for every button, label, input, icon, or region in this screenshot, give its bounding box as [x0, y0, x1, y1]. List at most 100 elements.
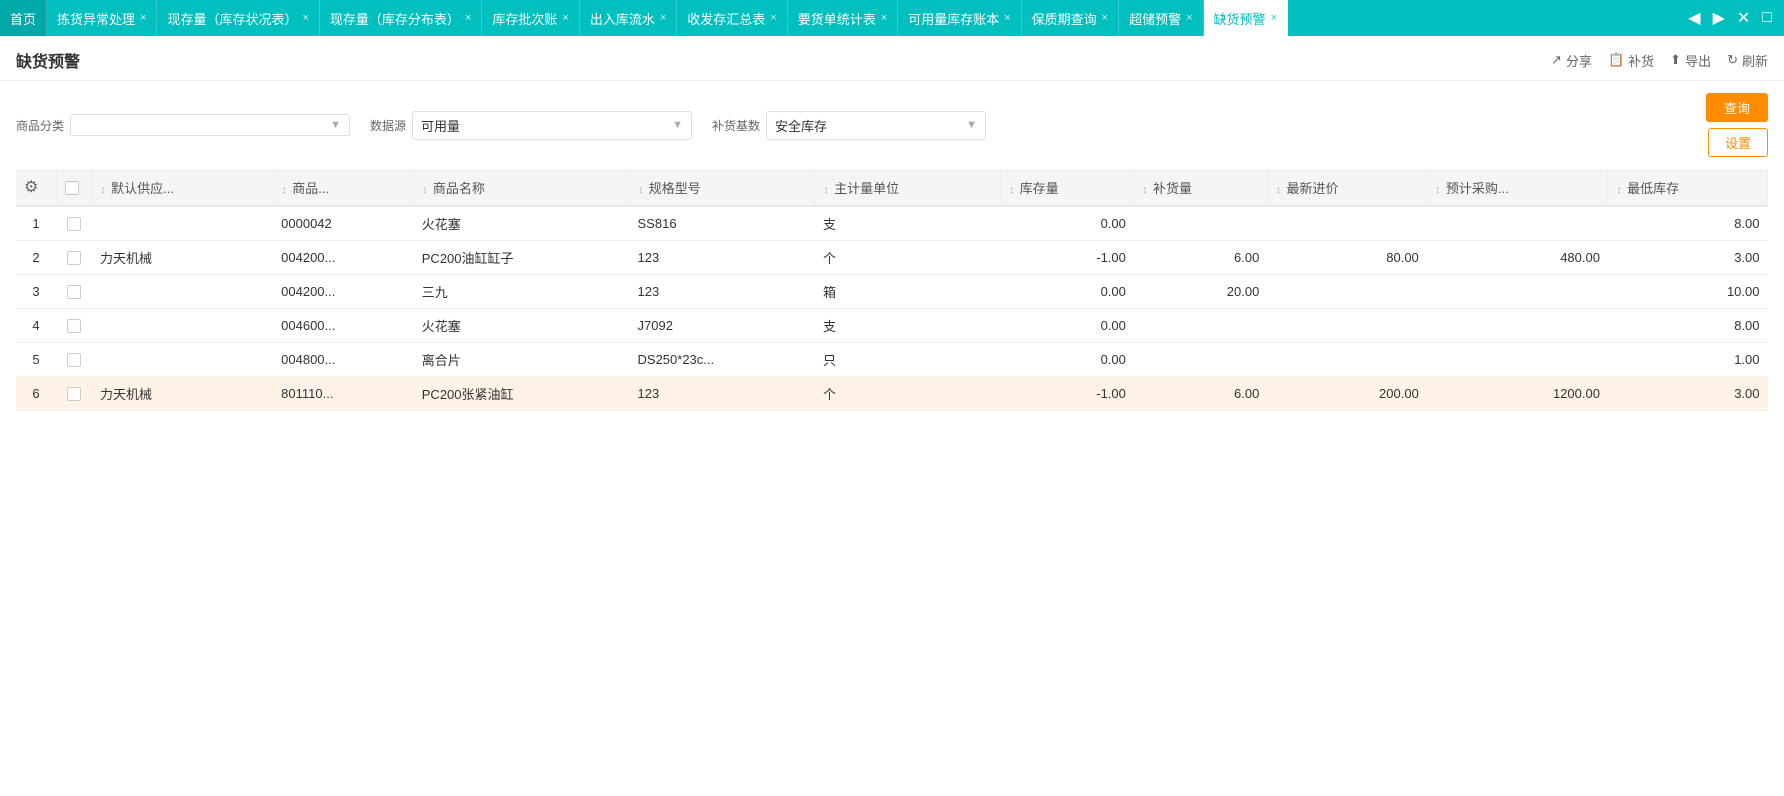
cell-goods-name: 火花塞: [414, 206, 630, 241]
cell-est-purchase: 480.00: [1427, 241, 1608, 275]
cell-min-stock: 1.00: [1608, 343, 1768, 377]
table-container: ⚙ ↕ 默认供应... ↕ 商品... ↕ 商品名称: [0, 169, 1784, 411]
row-checkbox-cell: [56, 206, 92, 241]
select-all-checkbox[interactable]: [65, 181, 79, 195]
cell-est-purchase: [1427, 206, 1608, 241]
row-checkbox-cell: [56, 377, 92, 411]
row-checkbox[interactable]: [67, 285, 81, 299]
settings-button[interactable]: 设置: [1708, 128, 1768, 157]
nav-tab-close[interactable]: ×: [140, 12, 146, 24]
row-num-cell: 6: [16, 377, 56, 411]
filter-category-group: 商品分类 ▼: [16, 114, 350, 136]
cell-goods-code: 004200...: [273, 275, 414, 309]
table-row[interactable]: 3 004200... 三九 123 箱 0.00 20.00 10.00: [16, 275, 1768, 309]
nav-close-button[interactable]: ✕: [1733, 6, 1754, 30]
row-checkbox[interactable]: [67, 353, 81, 367]
cell-goods-code: 801110...: [273, 377, 414, 411]
nav-tab-close[interactable]: ×: [881, 12, 887, 24]
nav-next-button[interactable]: ▶: [1709, 6, 1729, 30]
cell-unit: 个: [815, 241, 1001, 275]
cell-supplier: [92, 309, 273, 343]
th-spec-label: 规格型号: [649, 181, 701, 196]
sort-icon: ↕: [638, 185, 643, 196]
nav-tab-collect-summary[interactable]: 收发存汇总表 ×: [677, 0, 787, 36]
row-checkbox[interactable]: [67, 251, 81, 265]
replenish-base-label: 补货基数: [712, 117, 760, 134]
table-header-row: ⚙ ↕ 默认供应... ↕ 商品... ↕ 商品名称: [16, 169, 1768, 206]
refresh-label: 刷新: [1742, 51, 1768, 70]
cell-unit: 箱: [815, 275, 1001, 309]
datasource-select[interactable]: 可用量 ▼: [412, 111, 692, 140]
sort-icon: ↕: [1276, 185, 1281, 196]
nav-tab-label: 收发存汇总表: [687, 9, 765, 28]
share-button[interactable]: ↗ 分享: [1551, 51, 1592, 70]
row-checkbox[interactable]: [67, 217, 81, 231]
cell-min-stock: 8.00: [1608, 309, 1768, 343]
nav-maximize-button[interactable]: □: [1758, 7, 1776, 29]
sort-icon: ↕: [282, 185, 287, 196]
replenish-label: 补货: [1628, 51, 1654, 70]
th-est-purchase: ↕ 预计采购...: [1427, 169, 1608, 206]
replenish-button[interactable]: 📋 补货: [1608, 51, 1654, 70]
category-select[interactable]: ▼: [70, 114, 350, 136]
cell-latest-price: [1267, 343, 1426, 377]
row-num-cell: 1: [16, 206, 56, 241]
nav-tab-available-book[interactable]: 可用量库存账本 ×: [898, 0, 1021, 36]
nav-tab-close[interactable]: ×: [465, 12, 471, 24]
table-row[interactable]: 2 力天机械 004200... PC200油缸缸子 123 个 -1.00 6…: [16, 241, 1768, 275]
nav-tab-close[interactable]: ×: [660, 12, 666, 24]
nav-tab-inout-flow[interactable]: 出入库流水 ×: [580, 0, 677, 36]
th-goods-code-label: 商品...: [292, 181, 329, 196]
table-body: 1 0000042 火花塞 SS816 支 0.00 8.00 2 力天机械 0…: [16, 206, 1768, 411]
th-min-stock-label: 最低库存: [1627, 181, 1679, 196]
nav-tab-close[interactable]: ×: [562, 12, 568, 24]
cell-supplier: [92, 275, 273, 309]
nav-tab-home[interactable]: 首页: [0, 0, 47, 36]
nav-tab-close[interactable]: ×: [770, 12, 776, 24]
table-row[interactable]: 1 0000042 火花塞 SS816 支 0.00 8.00: [16, 206, 1768, 241]
nav-tab-close[interactable]: ×: [1271, 12, 1277, 24]
row-checkbox[interactable]: [67, 387, 81, 401]
table-row[interactable]: 6 力天机械 801110... PC200张紧油缸 123 个 -1.00 6…: [16, 377, 1768, 411]
cell-unit: 只: [815, 343, 1001, 377]
nav-tab-shelf-query[interactable]: 保质期查询 ×: [1022, 0, 1119, 36]
datasource-value: 可用量: [421, 116, 460, 135]
nav-tab-shortage-warn[interactable]: 缺货预警 ×: [1204, 0, 1288, 36]
nav-tab-demand-stat[interactable]: 要货单统计表 ×: [788, 0, 898, 36]
cell-est-purchase: 1200.00: [1427, 377, 1608, 411]
sort-icon: ↕: [1009, 185, 1014, 196]
cell-latest-price: 200.00: [1267, 377, 1426, 411]
th-goods-name: ↕ 商品名称: [414, 169, 630, 206]
cell-replenish-qty: 6.00: [1134, 377, 1267, 411]
nav-tab-close[interactable]: ×: [1186, 12, 1192, 24]
column-settings-icon[interactable]: ⚙: [24, 179, 38, 196]
table-row[interactable]: 5 004800... 离合片 DS250*23c... 只 0.00 1.00: [16, 343, 1768, 377]
nav-tab-stock-status[interactable]: 现存量（库存状况表） ×: [157, 0, 319, 36]
nav-tab-overstock-warn[interactable]: 超储预警 ×: [1119, 0, 1203, 36]
cell-min-stock: 3.00: [1608, 241, 1768, 275]
nav-tab-close[interactable]: ×: [1102, 12, 1108, 24]
sort-icon: ↕: [1435, 185, 1440, 196]
row-checkbox-cell: [56, 343, 92, 377]
table-row[interactable]: 4 004600... 火花塞 J7092 支 0.00 8.00: [16, 309, 1768, 343]
nav-prev-button[interactable]: ◀: [1684, 6, 1704, 30]
nav-tab-pick-exception[interactable]: 拣货异常处理 ×: [47, 0, 157, 36]
export-button[interactable]: ⬆ 导出: [1670, 51, 1711, 70]
nav-tab-stock-dist[interactable]: 现存量（库存分布表） ×: [320, 0, 482, 36]
row-checkbox[interactable]: [67, 319, 81, 333]
cell-spec: SS816: [630, 206, 815, 241]
th-checkbox: [56, 169, 92, 206]
cell-stock-qty: 0.00: [1000, 343, 1133, 377]
replenish-base-select[interactable]: 安全库存 ▼: [766, 111, 986, 140]
refresh-button[interactable]: ↻ 刷新: [1727, 51, 1768, 70]
cell-spec: 123: [630, 275, 815, 309]
nav-tab-batch-account[interactable]: 库存批次账 ×: [482, 0, 579, 36]
nav-tab-close[interactable]: ×: [1004, 12, 1010, 24]
cell-min-stock: 8.00: [1608, 206, 1768, 241]
page-container: 缺货预警 ↗ 分享 📋 补货 ⬆ 导出 ↻ 刷新 商品分类: [0, 36, 1784, 796]
cell-unit: 支: [815, 309, 1001, 343]
export-icon: ⬆: [1670, 52, 1681, 68]
sort-icon: ↕: [101, 185, 106, 196]
nav-tab-close[interactable]: ×: [302, 12, 308, 24]
query-button[interactable]: 查询: [1706, 93, 1768, 122]
